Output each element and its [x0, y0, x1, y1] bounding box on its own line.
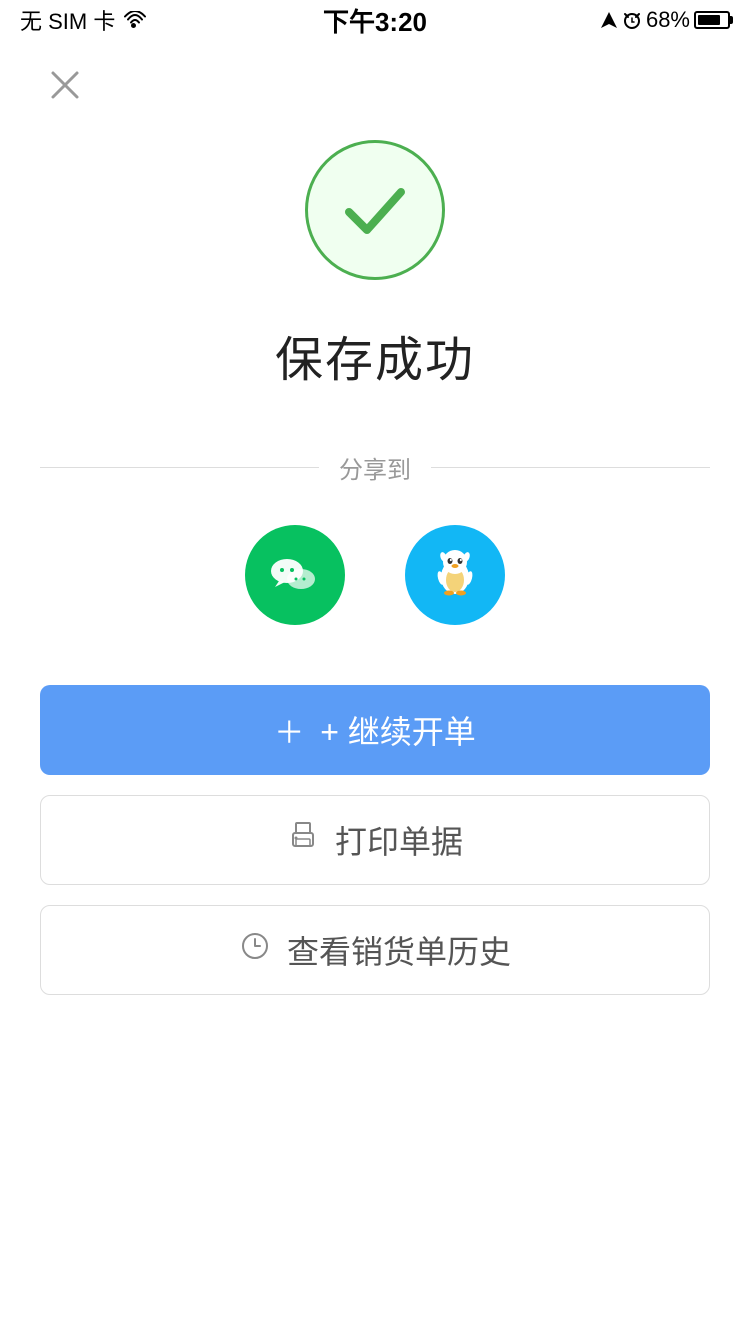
status-left: 无 SIM 卡: [20, 4, 147, 36]
status-time: 下午3:20: [323, 2, 427, 39]
history-button[interactable]: 查看销货单历史: [40, 905, 710, 995]
share-icons-row: [40, 525, 710, 625]
divider-right: [431, 467, 710, 468]
print-icon: [287, 820, 319, 860]
status-right: 68%: [600, 7, 730, 33]
history-label: 查看销货单历史: [287, 927, 511, 973]
continue-button[interactable]: ＋ + 继续开单: [40, 685, 710, 775]
share-divider: 分享到: [40, 450, 710, 485]
divider-left: [40, 467, 319, 468]
checkmark-icon: [335, 170, 415, 250]
print-button[interactable]: 打印单据: [40, 795, 710, 885]
carrier-text: 无 SIM 卡: [20, 4, 115, 36]
battery-icon: [694, 11, 730, 29]
share-wechat-button[interactable]: [245, 525, 345, 625]
print-label: 打印单据: [335, 817, 463, 863]
status-bar: 无 SIM 卡 下午3:20 68%: [0, 0, 750, 40]
wechat-icon: [265, 545, 325, 605]
battery-percent: 68%: [646, 7, 690, 33]
main-content: 保存成功 分享到: [0, 40, 750, 1015]
close-button[interactable]: [40, 60, 90, 110]
success-title: 保存成功: [275, 320, 475, 390]
success-circle: [305, 140, 445, 280]
location-icon: [600, 11, 618, 29]
wifi-icon: [123, 11, 147, 29]
close-icon: [49, 69, 81, 101]
share-section: 分享到: [40, 450, 710, 625]
action-buttons: ＋ + 继续开单 打印单据 查看销货单历: [40, 685, 710, 995]
qq-icon: [425, 545, 485, 605]
plus-icon: ＋: [274, 708, 304, 752]
continue-label: + 继续开单: [320, 707, 476, 753]
share-label: 分享到: [339, 450, 411, 485]
share-qq-button[interactable]: [405, 525, 505, 625]
history-icon: [239, 930, 271, 970]
alarm-icon: [622, 10, 642, 30]
